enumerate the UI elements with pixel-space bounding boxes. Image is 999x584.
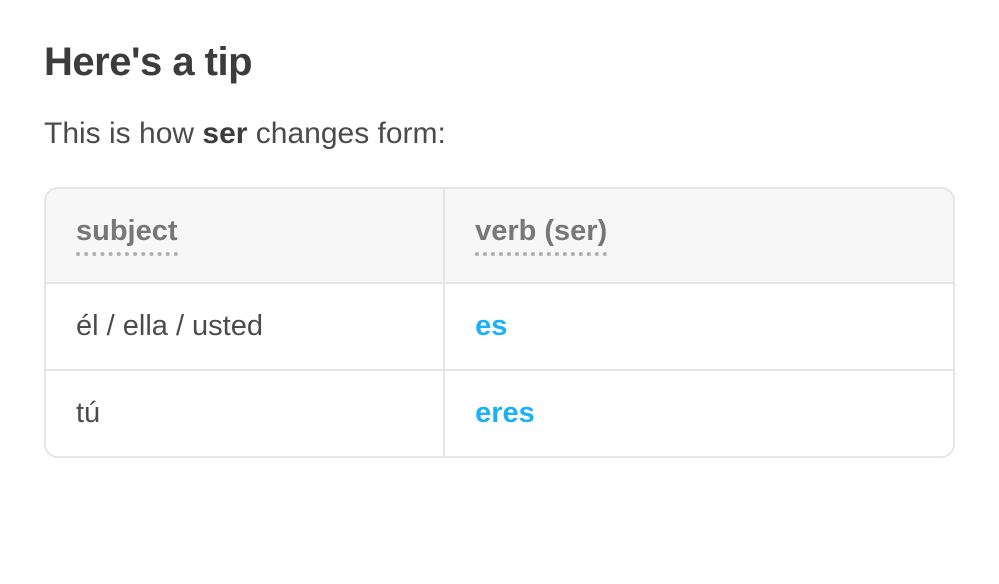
table-header-subject: subject	[46, 189, 445, 282]
description-prefix: This is how	[44, 117, 202, 150]
tip-description: This is how ser changes form:	[44, 117, 955, 151]
table-header-verb: verb (ser)	[445, 189, 953, 282]
tip-heading: Here's a tip	[44, 40, 955, 85]
header-label-verb: verb (ser)	[475, 215, 607, 256]
table-row: tú eres	[46, 369, 953, 456]
description-bold-word: ser	[202, 117, 247, 150]
conjugation-table: subject verb (ser) él / ella / usted es …	[44, 187, 955, 458]
verb-cell: eres	[445, 369, 953, 456]
subject-cell: tú	[46, 369, 445, 456]
header-label-subject: subject	[76, 215, 178, 256]
description-suffix: changes form:	[247, 117, 445, 150]
table-header-row: subject verb (ser)	[46, 189, 953, 282]
subject-cell: él / ella / usted	[46, 282, 445, 369]
verb-cell: es	[445, 282, 953, 369]
table-row: él / ella / usted es	[46, 282, 953, 369]
